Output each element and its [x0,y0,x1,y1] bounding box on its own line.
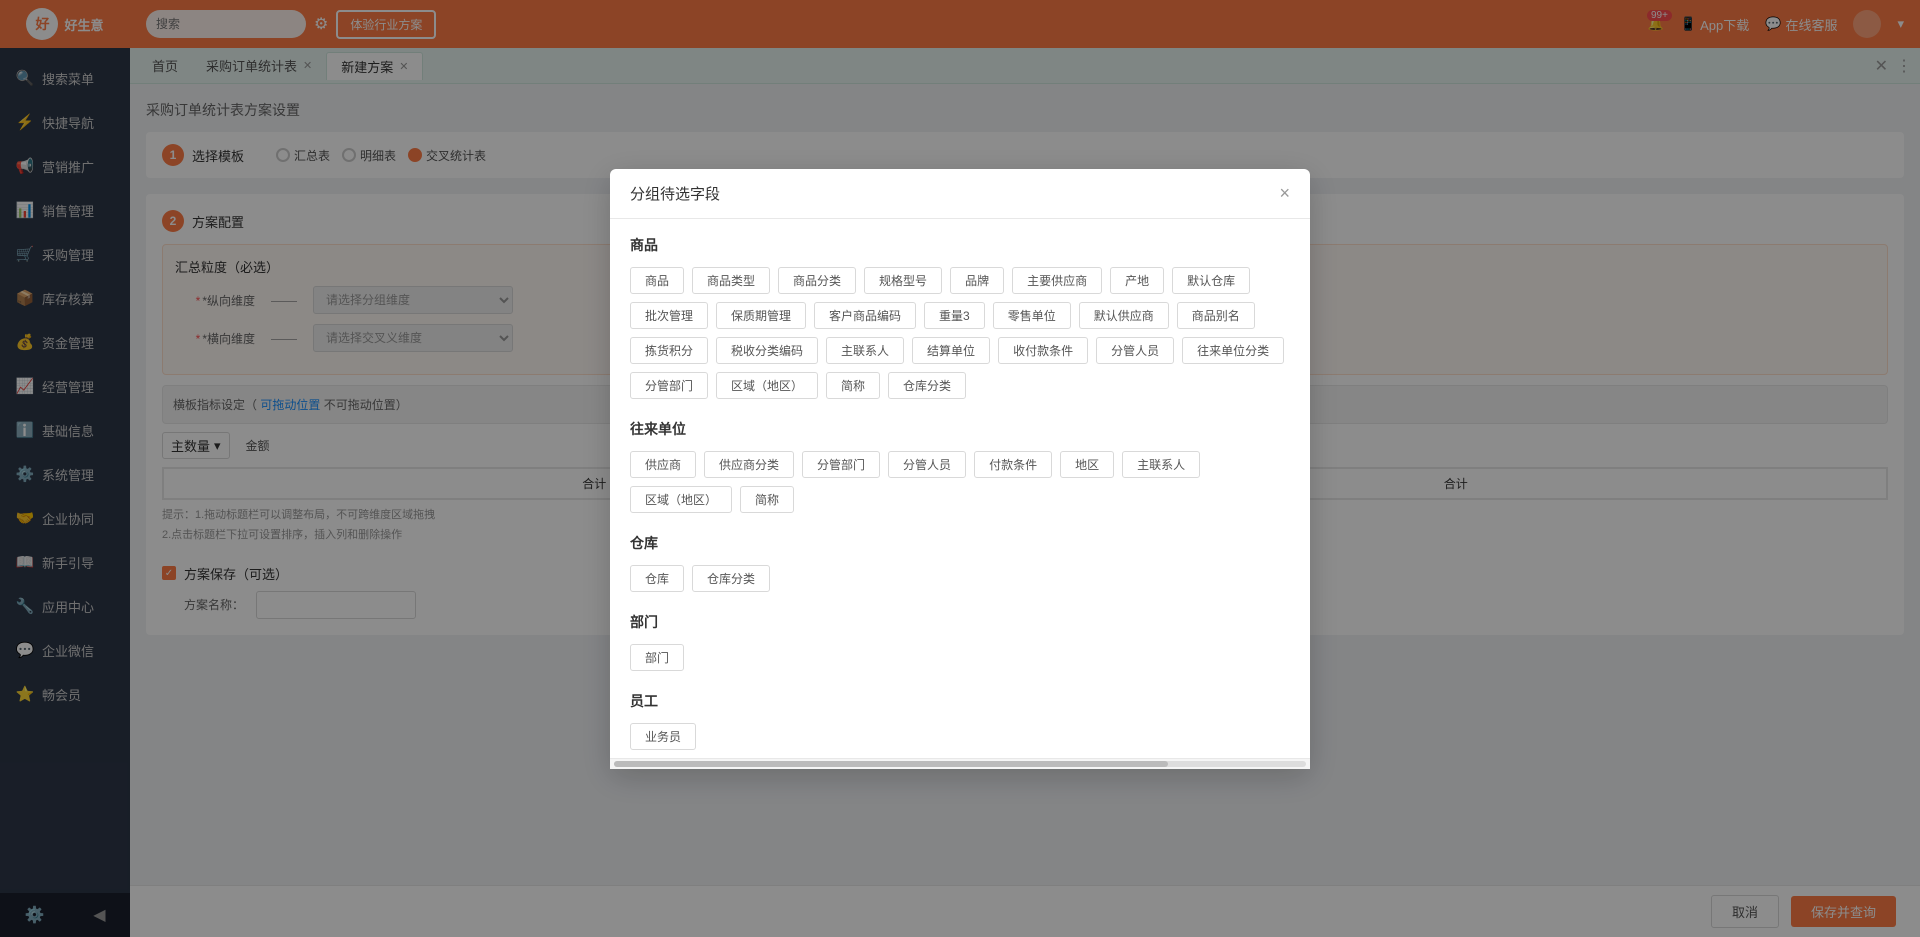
modal-section-0: 商品商品商品类型商品分类规格型号品牌主要供应商产地默认仓库批次管理保质期管理客户… [630,235,1290,399]
modal-dialog: 分组待选字段 × 商品商品商品类型商品分类规格型号品牌主要供应商产地默认仓库批次… [610,169,1310,769]
modal-tag-0-1[interactable]: 商品类型 [692,267,770,294]
modal-tag-0-4[interactable]: 品牌 [950,267,1004,294]
modal-tag-1-7[interactable]: 区域（地区） [630,486,732,513]
modal-tag-0-12[interactable]: 零售单位 [993,302,1071,329]
modal-close-button[interactable]: × [1279,184,1290,202]
modal-section-title-0: 商品 [630,235,1290,255]
modal-tag-0-14[interactable]: 商品别名 [1177,302,1255,329]
modal-tags-0: 商品商品类型商品分类规格型号品牌主要供应商产地默认仓库批次管理保质期管理客户商品… [630,267,1290,399]
modal-tag-1-8[interactable]: 简称 [740,486,794,513]
modal-section-title-4: 员工 [630,691,1290,711]
modal-section-4: 员工业务员 [630,691,1290,750]
modal-tag-0-21[interactable]: 往来单位分类 [1182,337,1284,364]
modal-title: 分组待选字段 [630,183,720,204]
modal-tag-0-25[interactable]: 仓库分类 [888,372,966,399]
modal-tags-4: 业务员 [630,723,1290,750]
modal-tag-0-19[interactable]: 收付款条件 [998,337,1088,364]
modal-tag-0-17[interactable]: 主联系人 [826,337,904,364]
modal-tag-0-11[interactable]: 重量3 [924,302,985,329]
modal-tag-0-2[interactable]: 商品分类 [778,267,856,294]
modal-tags-3: 部门 [630,644,1290,671]
modal-tag-3-0[interactable]: 部门 [630,644,684,671]
modal-tag-1-0[interactable]: 供应商 [630,451,696,478]
modal-tag-0-16[interactable]: 税收分类编码 [716,337,818,364]
modal-tag-0-20[interactable]: 分管人员 [1096,337,1174,364]
modal-tag-0-3[interactable]: 规格型号 [864,267,942,294]
modal-tag-0-7[interactable]: 默认仓库 [1172,267,1250,294]
modal-tag-0-22[interactable]: 分管部门 [630,372,708,399]
modal-tag-1-1[interactable]: 供应商分类 [704,451,794,478]
modal-section-title-2: 仓库 [630,533,1290,553]
modal-tag-2-0[interactable]: 仓库 [630,565,684,592]
hscroll-thumb [614,761,1168,767]
modal-tag-0-10[interactable]: 客户商品编码 [814,302,916,329]
modal-tags-1: 供应商供应商分类分管部门分管人员付款条件地区主联系人区域（地区） 简称 [630,451,1290,513]
modal-header: 分组待选字段 × [610,169,1310,219]
hscroll-track [614,761,1306,767]
modal-tag-0-8[interactable]: 批次管理 [630,302,708,329]
modal-section-2: 仓库仓库仓库分类 [630,533,1290,592]
modal-tag-0-23[interactable]: 区域（地区） [716,372,818,399]
modal-tag-0-15[interactable]: 拣货积分 [630,337,708,364]
modal-tag-0-6[interactable]: 产地 [1110,267,1164,294]
modal-tag-0-13[interactable]: 默认供应商 [1079,302,1169,329]
modal-horizontal-scrollbar[interactable] [610,758,1310,768]
modal-body: 商品商品商品类型商品分类规格型号品牌主要供应商产地默认仓库批次管理保质期管理客户… [610,219,1310,759]
modal-tags-2: 仓库仓库分类 [630,565,1290,592]
modal-overlay: 分组待选字段 × 商品商品商品类型商品分类规格型号品牌主要供应商产地默认仓库批次… [0,0,1920,937]
modal-section-1: 往来单位供应商供应商分类分管部门分管人员付款条件地区主联系人区域（地区） 简称 [630,419,1290,513]
modal-tag-0-18[interactable]: 结算单位 [912,337,990,364]
modal-section-title-3: 部门 [630,612,1290,632]
modal-tag-1-3[interactable]: 分管人员 [888,451,966,478]
modal-tag-0-9[interactable]: 保质期管理 [716,302,806,329]
modal-tag-1-4[interactable]: 付款条件 [974,451,1052,478]
modal-tag-1-6[interactable]: 主联系人 [1122,451,1200,478]
modal-section-3: 部门部门 [630,612,1290,671]
modal-tag-0-24[interactable]: 简称 [826,372,880,399]
modal-tag-1-2[interactable]: 分管部门 [802,451,880,478]
modal-tag-2-1[interactable]: 仓库分类 [692,565,770,592]
modal-tag-0-5[interactable]: 主要供应商 [1012,267,1102,294]
modal-tag-4-0[interactable]: 业务员 [630,723,696,750]
modal-tag-0-0[interactable]: 商品 [630,267,684,294]
modal-section-title-1: 往来单位 [630,419,1290,439]
modal-tag-1-5[interactable]: 地区 [1060,451,1114,478]
